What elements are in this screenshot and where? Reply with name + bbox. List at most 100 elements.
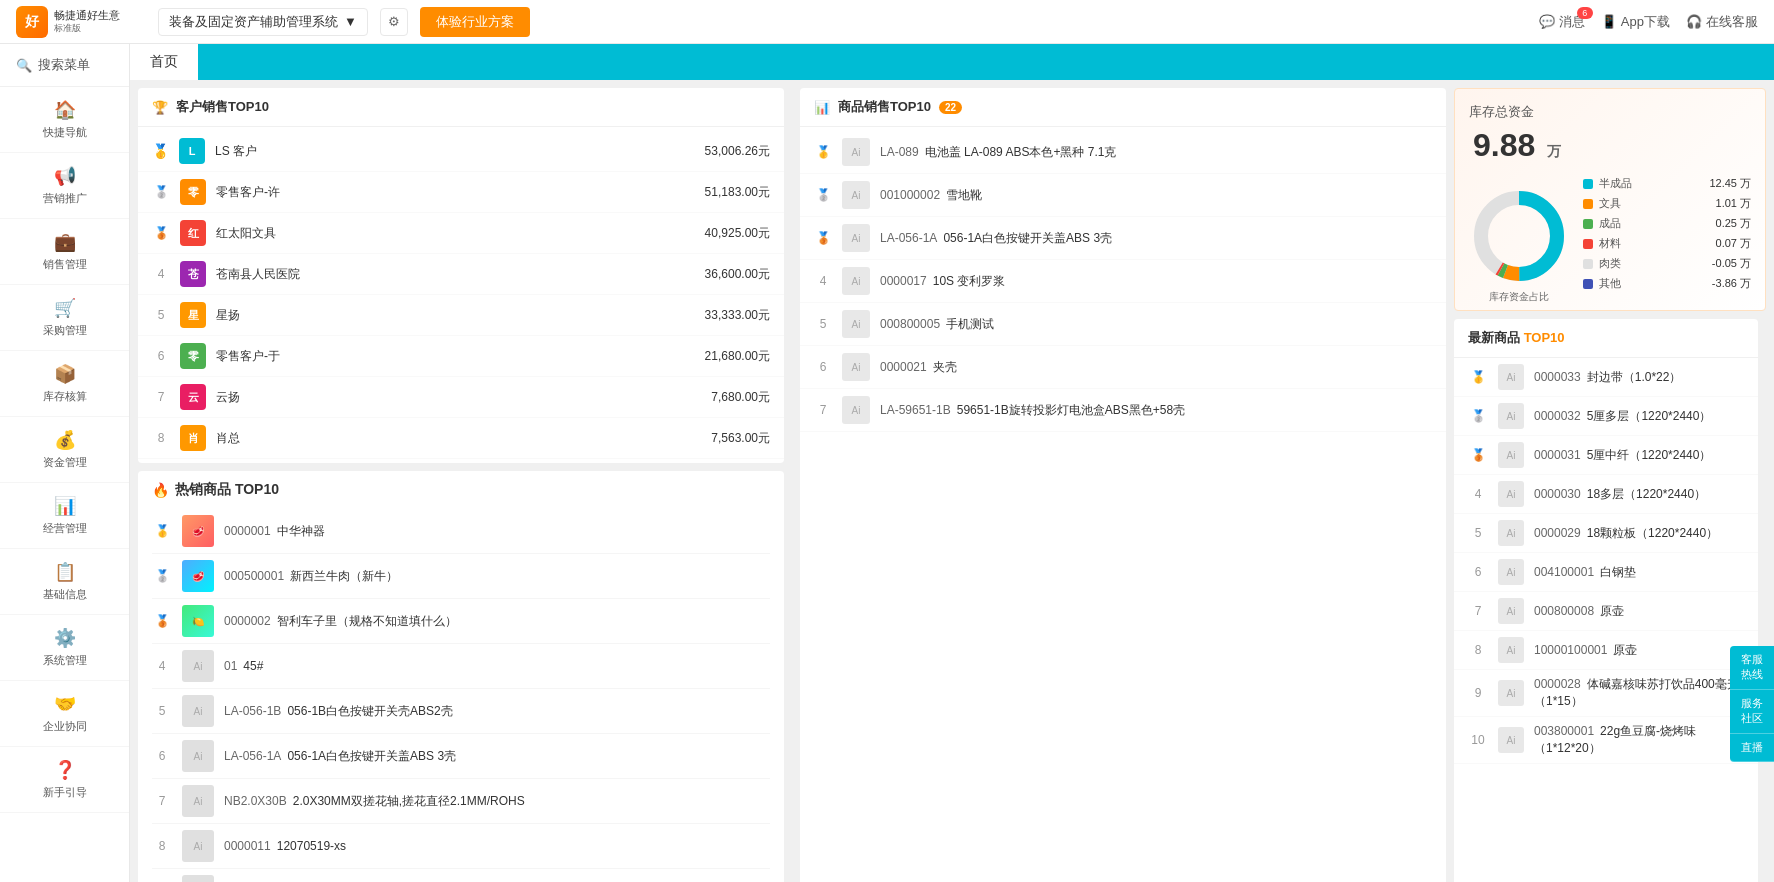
sidebar-item-purchase[interactable]: 🛒 采购管理 [0,285,129,351]
newest-name-8: 10000100001原壶 [1534,642,1744,659]
hot-item-9: 9 Ai KK-SD22110H花语萌值温分腿睡袋（厚款） [152,869,770,882]
legend-dot-material [1583,239,1593,249]
hot-name-3: 0000002智利车子里（规格不知道填什么） [224,613,770,630]
prod-name-3: LA-056-1A056-1A白色按键开关盖ABS 3壳 [880,230,1432,247]
hot-item-6: 6 Ai LA-056-1A056-1A白色按键开关盖ABS 3壳 [152,734,770,779]
newest-rank-7: 7 [1468,604,1488,618]
newest-rank-5: 5 [1468,526,1488,540]
newest-name-4: 000003018多层（1220*2440） [1534,486,1744,503]
avatar-8: 肖 [180,425,206,451]
newest-name-10: 00380000122g鱼豆腐-烧烤味（1*12*20） [1534,723,1744,757]
hot-img-4: Ai [182,650,214,682]
legend-name-meat: 肉类 [1599,256,1706,271]
hot-rank-1: 🥇 [152,524,172,538]
sidebar-item-finance[interactable]: 💰 资金管理 [0,417,129,483]
legend-finished: 成品 0.25 万 [1583,216,1751,231]
prod-medal-2: 🥈 [814,188,832,202]
product-rank-3: 🥉 Ai LA-056-1A056-1A白色按键开关盖ABS 3壳 [800,217,1446,260]
system-selector[interactable]: 装备及固定资产辅助管理系统 ▼ [158,8,368,36]
customer-name-8: 肖总 [216,430,701,447]
newest-rank-2: 🥈 [1468,409,1488,423]
legend-meat: 肉类 -0.05 万 [1583,256,1751,271]
prod-rank-5: 5 [814,317,832,331]
hot-img-3: 🍋 [182,605,214,637]
prod-name-7: LA-59651-1B59651-1B旋转投影灯电池盒ABS黑色+58壳 [880,402,1432,419]
chart-icon: 📊 [814,100,830,115]
hot-name-5: LA-056-1B056-1B白色按键开关壳ABS2壳 [224,703,770,720]
nav-label-system: 系统管理 [43,653,87,668]
donut-chart: 库存资金占比 [1469,186,1569,286]
online-service-button[interactable]: 🎧 在线客服 [1686,13,1758,31]
legend-val-semifinished: 12.45 万 [1709,176,1751,191]
customer-amount-5: 33,333.00元 [705,307,770,324]
page-tabs: 首页 [130,44,1774,80]
product-rank-5: 5 Ai 000800005手机测试 [800,303,1446,346]
inventory-card: 库存总资金 9.88 万 [1454,88,1766,311]
prod-img-4: Ai [842,267,870,295]
newest-item-7: 7 Ai 000800008原壶 [1454,592,1758,631]
legend-semifinished: 半成品 12.45 万 [1583,176,1751,191]
headset-icon: 🎧 [1686,14,1702,29]
customer-amount-4: 36,600.00元 [705,266,770,283]
prod-img-1: Ai [842,138,870,166]
hot-img-2: 🥩 [182,560,214,592]
legend-name-finished: 成品 [1599,216,1710,231]
sidebar-item-guide[interactable]: ❓ 新手引导 [0,747,129,813]
legend-name-material: 材料 [1599,236,1710,251]
search-menu-label: 搜索菜单 [38,56,90,74]
sidebar-item-collaboration[interactable]: 🤝 企业协同 [0,681,129,747]
nav-label-guide: 新手引导 [43,785,87,800]
sidebar-item-inventory[interactable]: 📦 库存核算 [0,351,129,417]
tab-home[interactable]: 首页 [130,44,198,80]
app-download-button[interactable]: 📱 App下载 [1601,13,1670,31]
live-broadcast-button[interactable]: 直播 [1730,734,1774,762]
hot-img-9: Ai [182,875,214,882]
chevron-down-icon: ▼ [344,14,357,29]
newest-rank-8: 8 [1468,643,1488,657]
customer-amount-3: 40,925.00元 [705,225,770,242]
sidebar-item-basics[interactable]: 📋 基础信息 [0,549,129,615]
settings-button[interactable]: ⚙ [380,8,408,36]
nav-label-purchase: 采购管理 [43,323,87,338]
prod-img-2: Ai [842,181,870,209]
trial-button[interactable]: 体验行业方案 [420,7,530,37]
top-right-actions: 💬 消息 6 📱 App下载 🎧 在线客服 [1539,13,1758,31]
newest-img-9: Ai [1498,680,1524,706]
legend-val-meat: -0.05 万 [1712,256,1751,271]
collab-icon: 🤝 [54,693,76,715]
legend-other: 其他 -3.86 万 [1583,276,1751,291]
newest-rank-4: 4 [1468,487,1488,501]
hot-rank-6: 6 [152,749,172,763]
nav-label-finance: 资金管理 [43,455,87,470]
medal-1: 🥇 [152,143,169,159]
newest-item-9: 9 Ai 0000028体碱嘉核味苏打饮品400毫升（1*15） [1454,670,1758,717]
newest-img-10: Ai [1498,727,1524,753]
basics-icon: 📋 [54,561,76,583]
hot-img-7: Ai [182,785,214,817]
logo-area: 好 畅捷通好生意 标准版 [16,6,146,38]
sidebar-item-quick-nav[interactable]: 🏠 快捷导航 [0,87,129,153]
sidebar-item-sales[interactable]: 💼 销售管理 [0,219,129,285]
message-button[interactable]: 💬 消息 6 [1539,13,1585,31]
sidebar-item-operations[interactable]: 📊 经营管理 [0,483,129,549]
hot-img-1: 🥩 [182,515,214,547]
newest-products-header: 最新商品 TOP10 [1454,319,1758,358]
sidebar-item-system[interactable]: ⚙️ 系统管理 [0,615,129,681]
customer-service-button[interactable]: 客服热线 [1730,646,1774,690]
avatar-6: 零 [180,343,206,369]
service-community-button[interactable]: 服务社区 [1730,690,1774,734]
system-name: 装备及固定资产辅助管理系统 [169,13,338,31]
avatar-3: 红 [180,220,206,246]
newest-item-5: 5 Ai 000002918颗粒板（1220*2440） [1454,514,1758,553]
legend-dot-other [1583,279,1593,289]
customer-name-2: 零售客户-许 [216,184,695,201]
customer-rank-3: 🥉 红 红太阳文具 40,925.00元 [138,213,784,254]
hot-products-content: 🔥 热销商品 TOP10 🥇 🥩 0000001中华神器 🥈 🥩 0005000… [138,471,784,882]
search-menu-button[interactable]: 🔍 搜索菜单 [0,44,129,87]
sidebar-item-marketing[interactable]: 📢 营销推广 [0,153,129,219]
inventory-icon: 📦 [54,363,76,385]
legend-dot-meat [1583,259,1593,269]
customer-amount-8: 7,563.00元 [711,430,770,447]
nav-label-basics: 基础信息 [43,587,87,602]
prod-name-1: LA-089电池盖 LA-089 ABS本色+黑种 7.1克 [880,144,1432,161]
